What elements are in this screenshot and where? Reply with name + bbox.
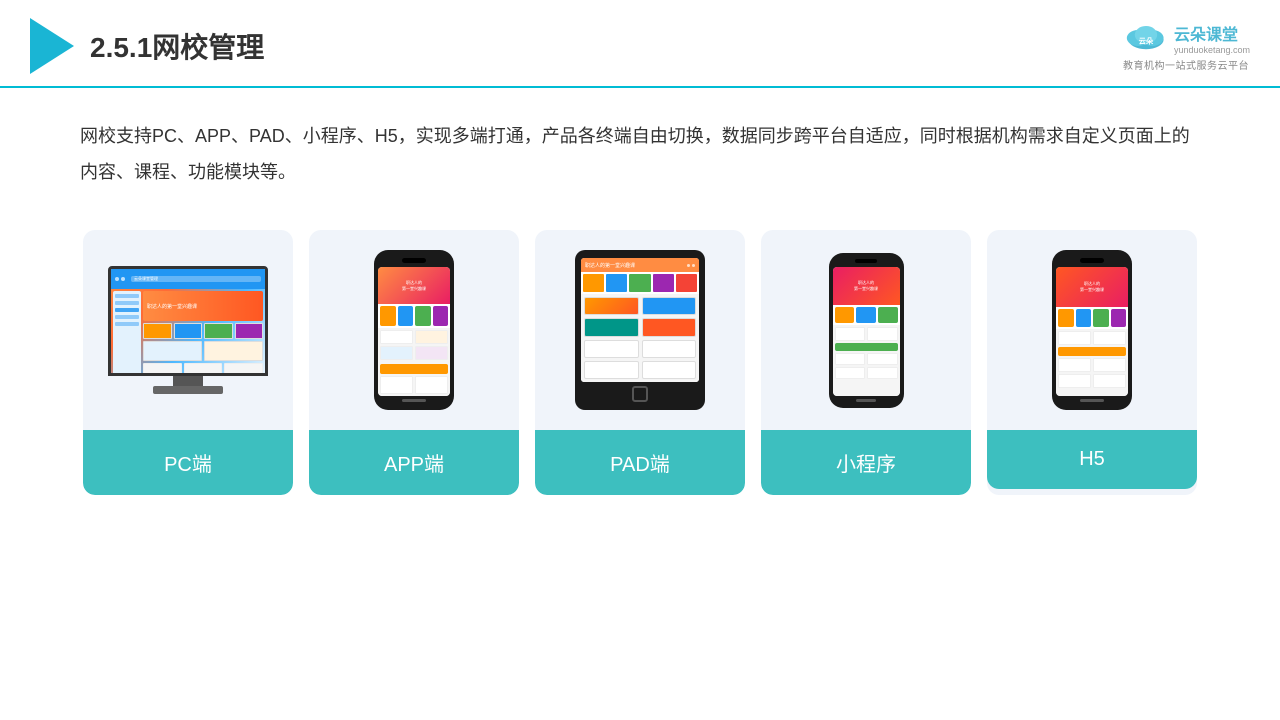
pad-label: PAD端 [535, 430, 745, 495]
card-app: 职达人的第一堂兴趣课 [309, 230, 519, 495]
miniprogram-image-area: 职达人的第一堂兴趣课 [761, 230, 971, 430]
app-label: APP端 [309, 430, 519, 495]
header: 2.5.1网校管理 云朵 云朵课堂 yunduoketang.com 教育机构一… [0, 0, 1280, 88]
h5-phone-mock: 职达人的第一堂兴趣课 [1052, 250, 1132, 410]
svg-text:云朵: 云朵 [1139, 36, 1154, 45]
miniprogram-label: 小程序 [761, 430, 971, 495]
miniprogram-phone-mock: 职达人的第一堂兴趣课 [829, 253, 904, 408]
page-title: 2.5.1网校管理 [90, 26, 264, 66]
pc-device-mock: 云朵课堂管理 职达 [103, 266, 273, 394]
card-miniprogram: 职达人的第一堂兴趣课 [761, 230, 971, 495]
logo-subtitle: 教育机构一站式服务云平台 [1123, 57, 1249, 72]
cards-container: 云朵课堂管理 职达 [0, 200, 1280, 525]
h5-image-area: 职达人的第一堂兴趣课 [987, 230, 1197, 430]
logo-text: 云朵课堂 yunduoketang.com [1174, 21, 1250, 55]
pc-label: PC端 [83, 430, 293, 495]
logo-cloud: 云朵 云朵课堂 yunduoketang.com [1122, 21, 1250, 55]
card-pc: 云朵课堂管理 职达 [83, 230, 293, 495]
pc-image-area: 云朵课堂管理 职达 [83, 230, 293, 430]
card-pad: 职达人的第一堂兴趣课 [535, 230, 745, 495]
h5-label: H5 [987, 430, 1197, 489]
logo-area: 云朵 云朵课堂 yunduoketang.com 教育机构一站式服务云平台 [1122, 21, 1250, 72]
header-left: 2.5.1网校管理 [30, 18, 264, 74]
app-image-area: 职达人的第一堂兴趣课 [309, 230, 519, 430]
cloud-logo-icon: 云朵 [1122, 22, 1170, 54]
app-phone-mock: 职达人的第一堂兴趣课 [374, 250, 454, 410]
pad-device-mock: 职达人的第一堂兴趣课 [575, 250, 705, 410]
description-text: 网校支持PC、APP、PAD、小程序、H5，实现多端打通，产品各终端自由切换，数… [0, 88, 1280, 200]
play-icon [30, 18, 74, 74]
pad-image-area: 职达人的第一堂兴趣课 [535, 230, 745, 430]
card-h5: 职达人的第一堂兴趣课 [987, 230, 1197, 495]
